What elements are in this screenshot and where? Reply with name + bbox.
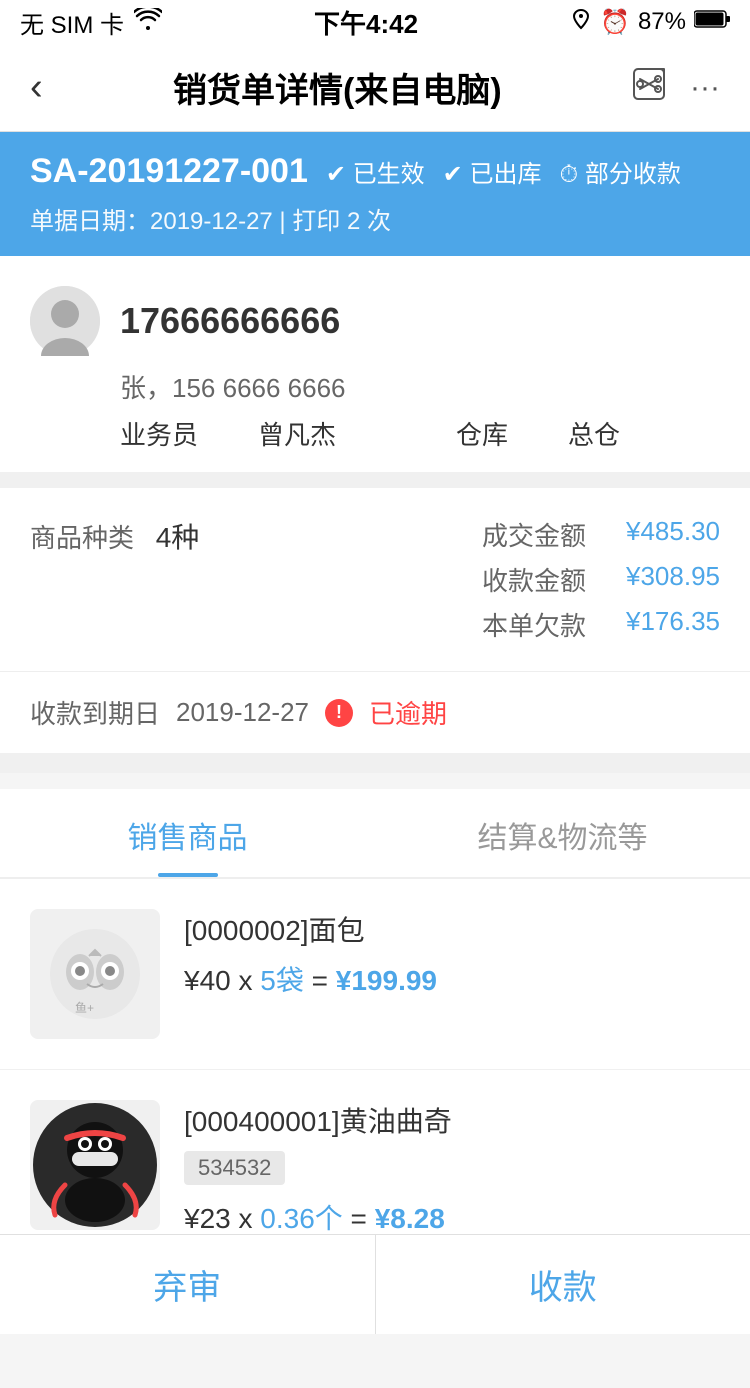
nav-actions: ··· — [632, 67, 720, 109]
divider-1 — [0, 472, 750, 488]
order-id-row: SA-20191227-001 ✔ 已生效 ✔ 已出库 ⏱ 部分收款 — [30, 152, 720, 191]
warehouse-value: 总仓 — [568, 415, 620, 452]
receipt-row: 收款金额 ¥308.95 — [482, 561, 720, 598]
status-effected: ✔ 已生效 — [326, 154, 425, 189]
wifi-icon — [134, 8, 162, 37]
no-sim-text: 无 SIM 卡 — [20, 5, 124, 40]
customer-row: 17666666666 — [30, 286, 720, 356]
due-label: 收款到期日 — [30, 694, 160, 731]
svg-text:鱼+: 鱼+ — [75, 1001, 94, 1015]
tab-sales-products[interactable]: 销售商品 — [0, 789, 375, 877]
deal-value: ¥485.30 — [626, 516, 720, 553]
product-price-bread: ¥40 x 5袋 = ¥199.99 — [184, 959, 720, 999]
summary-left: 商品种类 4种 — [30, 516, 199, 564]
overdue-text: 已逾期 — [369, 694, 447, 731]
equals-bread: = — [304, 965, 336, 996]
owed-label: 本单欠款 — [482, 606, 586, 643]
product-image-bread: 鱼+ — [30, 909, 160, 1039]
status-bar: 无 SIM 卡 下午4:42 ⏰ 87% — [0, 0, 750, 44]
order-id: SA-20191227-001 — [30, 152, 308, 191]
due-section: 收款到期日 2019-12-27 ! 已逾期 — [0, 671, 750, 753]
product-tag-cookie: 534532 — [184, 1151, 285, 1185]
deal-label: 成交金额 — [482, 516, 586, 553]
equals-cookie: = — [343, 1203, 375, 1234]
avatar — [30, 286, 100, 356]
salesperson-label: 业务员 — [120, 415, 198, 452]
confirm-button[interactable]: 收款 — [376, 1235, 750, 1334]
tab-settlement[interactable]: 结算&物流等 — [375, 789, 750, 877]
status-time: 下午4:42 — [314, 4, 418, 41]
product-info-bread: [0000002]面包 ¥40 x 5袋 = ¥199.99 — [184, 909, 720, 999]
share-button[interactable] — [632, 67, 666, 109]
customer-phone: 17666666666 — [120, 300, 340, 342]
summary-right: 成交金额 ¥485.30 收款金额 ¥308.95 本单欠款 ¥176.35 — [482, 516, 720, 643]
category-count: 4种 — [156, 522, 200, 553]
receipt-value: ¥308.95 — [626, 561, 720, 598]
due-date: 2019-12-27 — [176, 697, 309, 728]
alarm-icon: ⏰ — [600, 8, 630, 37]
more-button[interactable]: ··· — [690, 71, 720, 105]
receipt-label: 收款金额 — [482, 561, 586, 598]
total-cookie: ¥8.28 — [375, 1203, 445, 1234]
quantity-bread: 5袋 — [260, 965, 304, 996]
category-label: 商品种类 — [30, 523, 134, 553]
status-shipped: ✔ 已出库 — [443, 154, 542, 189]
status-partial: ⏱ 部分收款 — [559, 154, 680, 189]
cancel-button[interactable]: 弃审 — [0, 1235, 376, 1334]
battery-text: 87% — [638, 8, 686, 36]
customer-section: 17666666666 张，156 6666 6666 业务员 曾凡杰 仓库 总… — [0, 256, 750, 472]
price-base-cookie: ¥23 x — [184, 1203, 260, 1234]
deal-row: 成交金额 ¥485.30 — [482, 516, 720, 553]
product-image-cookie — [30, 1100, 160, 1230]
summary-section: 商品种类 4种 成交金额 ¥485.30 收款金额 ¥308.95 本单欠款 ¥… — [0, 488, 750, 671]
tabs-row: 销售商品 结算&物流等 — [0, 789, 750, 879]
bottom-bar: 弃审 收款 — [0, 1234, 750, 1334]
nav-bar: ‹ 销货单详情(来自电脑) ··· — [0, 44, 750, 132]
status-right: ⏰ 87% — [570, 8, 730, 37]
overdue-icon: ! — [325, 699, 353, 727]
owed-row: 本单欠款 ¥176.35 — [482, 606, 720, 643]
customer-name: 张，156 6666 6666 — [120, 368, 720, 405]
product-price-cookie: ¥23 x 0.36个 = ¥8.28 — [184, 1197, 720, 1237]
order-date: 单据日期：2019-12-27 | 打印 2 次 — [30, 201, 720, 236]
customer-meta: 业务员 曾凡杰 仓库 总仓 — [120, 415, 720, 452]
order-header: SA-20191227-001 ✔ 已生效 ✔ 已出库 ⏱ 部分收款 单据日期：… — [0, 132, 750, 256]
divider-2 — [0, 753, 750, 773]
salesperson-value: 曾凡杰 — [258, 415, 336, 452]
total-bread: ¥199.99 — [336, 965, 437, 996]
products-list: 鱼+ [0000002]面包 ¥40 x 5袋 = ¥199.99 — [0, 879, 750, 1268]
quantity-cookie: 0.36个 — [260, 1203, 343, 1234]
product-item-bread: 鱼+ [0000002]面包 ¥40 x 5袋 = ¥199.99 — [0, 879, 750, 1070]
battery-icon — [694, 8, 730, 36]
page-title: 销货单详情(来自电脑) — [173, 63, 502, 112]
back-button[interactable]: ‹ — [30, 66, 43, 109]
warehouse-label: 仓库 — [456, 415, 508, 452]
location-icon — [570, 8, 592, 37]
price-base-bread: ¥40 x — [184, 965, 260, 996]
product-name-bread: [0000002]面包 — [184, 909, 720, 949]
status-left: 无 SIM 卡 — [20, 5, 162, 40]
owed-value: ¥176.35 — [626, 606, 720, 643]
product-info-cookie: [000400001]黄油曲奇 534532 ¥23 x 0.36个 = ¥8.… — [184, 1100, 720, 1237]
product-name-cookie: [000400001]黄油曲奇 — [184, 1100, 720, 1140]
tabs-section: 销售商品 结算&物流等 — [0, 789, 750, 879]
